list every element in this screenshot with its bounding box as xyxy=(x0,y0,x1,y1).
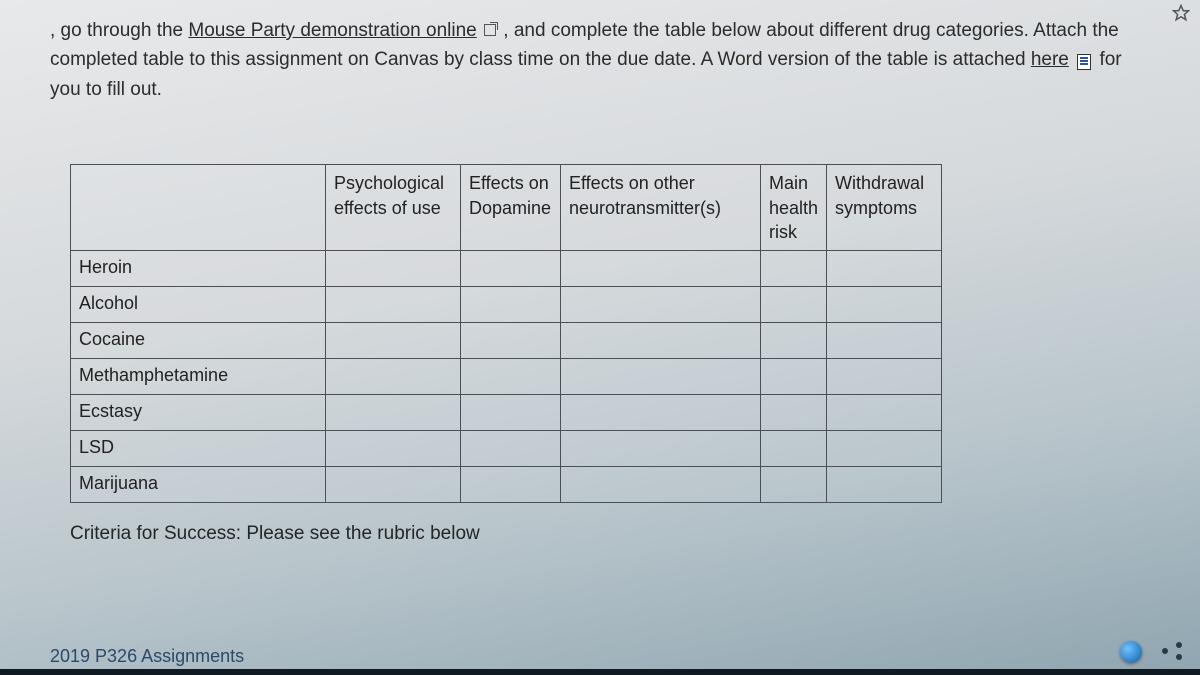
table-row: Cocaine xyxy=(71,323,942,359)
table-row: Methamphetamine xyxy=(71,359,942,395)
header-health-risk: Main health risk xyxy=(761,165,827,251)
share-icon[interactable] xyxy=(1162,642,1182,662)
header-withdrawal: Withdrawal symptoms xyxy=(827,165,942,251)
header-psychological: Psychological effects of use xyxy=(326,165,461,251)
cell-dopa xyxy=(461,251,561,287)
instruction-paragraph: , go through the Mouse Party demonstrati… xyxy=(50,16,1150,104)
table-row: Heroin xyxy=(71,251,942,287)
table-row: Ecstasy xyxy=(71,395,942,431)
table-row: Alcohol xyxy=(71,287,942,323)
cell-drug: Heroin xyxy=(71,251,326,287)
system-tray xyxy=(1120,641,1182,663)
cell-neuro xyxy=(561,251,761,287)
table-row: Marijuana xyxy=(71,467,942,503)
header-dopamine: Effects on Dopamine xyxy=(461,165,561,251)
taskbar xyxy=(0,669,1200,675)
bookmark-star-icon[interactable] xyxy=(1172,4,1190,22)
browser-chrome-icons xyxy=(1172,4,1190,22)
external-link-icon xyxy=(484,24,496,36)
cell-drug: Methamphetamine xyxy=(71,359,326,395)
word-doc-icon xyxy=(1077,54,1091,70)
drug-effects-table: Psychological effects of use Effects on … xyxy=(70,164,942,503)
cell-drug: Cocaine xyxy=(71,323,326,359)
cell-drug: Marijuana xyxy=(71,467,326,503)
mouse-party-link[interactable]: Mouse Party demonstration online xyxy=(188,20,476,41)
table-row: LSD xyxy=(71,431,942,467)
criteria-text: Criteria for Success: Please see the rub… xyxy=(70,523,1160,545)
cell-drug: Alcohol xyxy=(71,287,326,323)
header-drug xyxy=(71,165,326,251)
cell-drug: Ecstasy xyxy=(71,395,326,431)
cell-psych xyxy=(326,251,461,287)
drug-table-container: Psychological effects of use Effects on … xyxy=(70,164,1160,503)
table-body: Heroin Alcohol Cocaine Methamphetamine xyxy=(71,251,942,503)
table-header-row: Psychological effects of use Effects on … xyxy=(71,165,942,251)
instruction-text-prefix: , go through the xyxy=(50,20,188,41)
cell-drug: LSD xyxy=(71,431,326,467)
help-icon[interactable] xyxy=(1120,641,1142,663)
footer-breadcrumb[interactable]: 2019 P326 Assignments xyxy=(50,646,244,667)
here-link[interactable]: here xyxy=(1031,49,1069,70)
assignment-content: , go through the Mouse Party demonstrati… xyxy=(0,0,1200,545)
header-neurotransmitters: Effects on other neurotransmitter(s) xyxy=(561,165,761,251)
cell-with xyxy=(827,251,942,287)
cell-health xyxy=(761,251,827,287)
